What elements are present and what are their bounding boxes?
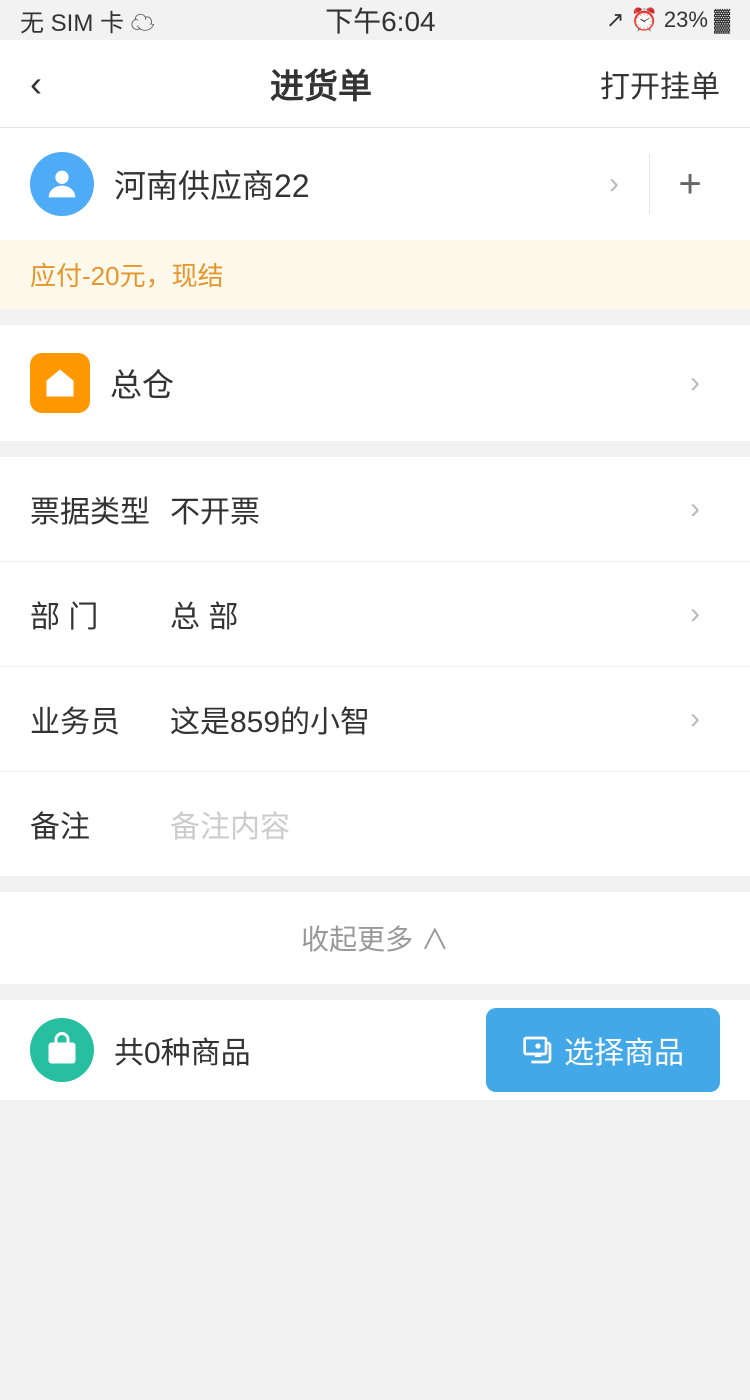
department-chevron-icon: ›	[690, 597, 700, 631]
supplier-left: 河南供应商22	[30, 152, 609, 216]
invoice-type-chevron-icon: ›	[690, 492, 700, 526]
department-value: 总 部	[160, 592, 690, 636]
bottom-bar: 共0种商品 选择商品	[0, 1000, 750, 1100]
supplier-row[interactable]: 河南供应商22 › +	[0, 128, 750, 240]
home-icon	[42, 365, 78, 401]
back-button[interactable]: ‹	[30, 63, 42, 105]
person-icon	[42, 164, 82, 204]
location-icon: ↗	[606, 7, 624, 33]
select-product-label: 选择商品	[564, 1028, 684, 1072]
collapse-toggle[interactable]: 收起更多 ∧	[0, 892, 750, 984]
notice-bar: 应付-20元，现结	[0, 240, 750, 309]
open-pending-button[interactable]: 打开挂单	[600, 62, 720, 106]
remark-input[interactable]: 备注内容	[160, 802, 720, 846]
gray-area	[0, 1100, 750, 1400]
select-product-icon	[522, 1034, 554, 1066]
nav-bar: ‹ 进货单 打开挂单	[0, 40, 750, 128]
battery-icon: ▓	[714, 7, 730, 33]
remark-label: 备注	[30, 802, 160, 846]
status-bar: 无 SIM 卡 ☁ 下午6:04 ↗ ⏰ 23% ▓	[0, 0, 750, 40]
sim-label: 无 SIM 卡 ☁	[20, 3, 155, 38]
product-icon	[30, 1018, 94, 1082]
department-label: 部 门	[30, 592, 160, 636]
add-supplier-button[interactable]: +	[660, 154, 720, 214]
status-time: 下午6:04	[325, 0, 436, 40]
content: 河南供应商22 › + 应付-20元，现结 总仓 › 票据类型 不开票 › 部 …	[0, 128, 750, 1400]
salesperson-row[interactable]: 业务员 这是859的小智 ›	[0, 667, 750, 772]
divider	[649, 154, 650, 214]
supplier-name: 河南供应商22	[114, 161, 310, 207]
warehouse-icon	[30, 353, 90, 413]
remark-row[interactable]: 备注 备注内容	[0, 772, 750, 876]
warehouse-row[interactable]: 总仓 ›	[0, 325, 750, 441]
salesperson-label: 业务员	[30, 697, 160, 741]
status-right: ↗ ⏰ 23% ▓	[606, 7, 730, 33]
warehouse-name: 总仓	[110, 360, 690, 406]
page-title: 进货单	[270, 59, 372, 108]
product-count-label: 共0种商品	[114, 1028, 486, 1072]
shopping-bag-icon	[44, 1032, 80, 1068]
supplier-avatar	[30, 152, 94, 216]
battery-label: 23%	[664, 7, 708, 33]
invoice-type-value: 不开票	[160, 487, 690, 531]
form-section: 票据类型 不开票 › 部 门 总 部 › 业务员 这是859的小智 › 备注 备…	[0, 457, 750, 876]
supplier-chevron-icon: ›	[609, 167, 619, 201]
department-row[interactable]: 部 门 总 部 ›	[0, 562, 750, 667]
supplier-section: 河南供应商22 › + 应付-20元，现结	[0, 128, 750, 309]
select-product-button[interactable]: 选择商品	[486, 1008, 720, 1092]
status-left: 无 SIM 卡 ☁	[20, 3, 155, 38]
alarm-icon: ⏰	[630, 7, 657, 33]
invoice-type-label: 票据类型	[30, 487, 160, 531]
salesperson-value: 这是859的小智	[160, 697, 690, 741]
warehouse-chevron-icon: ›	[690, 366, 700, 400]
invoice-type-row[interactable]: 票据类型 不开票 ›	[0, 457, 750, 562]
salesperson-chevron-icon: ›	[690, 702, 700, 736]
